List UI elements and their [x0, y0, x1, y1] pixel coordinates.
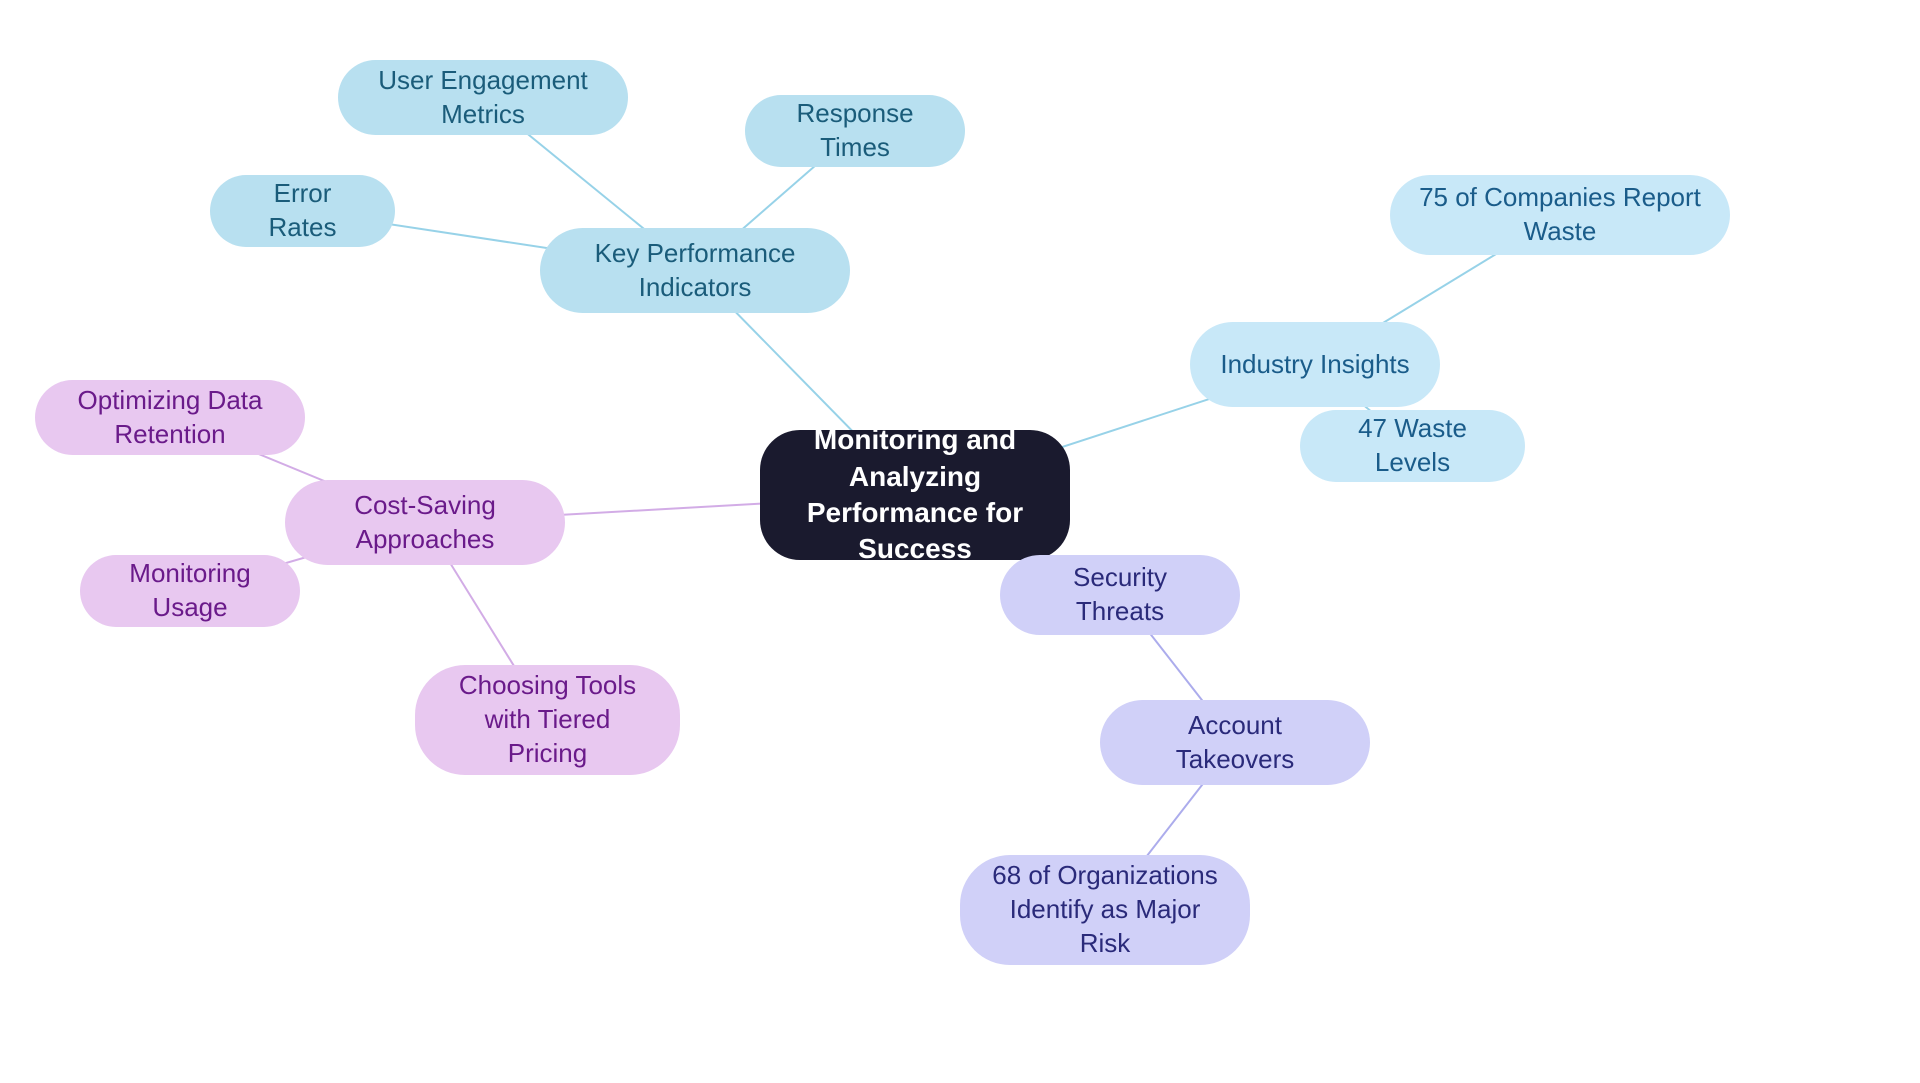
cost-saving-node: Cost-Saving Approaches — [285, 480, 565, 565]
waste-levels-node: 47 Waste Levels — [1300, 410, 1525, 482]
major-risk-node: 68 of Organizations Identify as Major Ri… — [960, 855, 1250, 965]
optimizing-node: Optimizing Data Retention — [35, 380, 305, 455]
tiered-pricing-node: Choosing Tools with Tiered Pricing — [415, 665, 680, 775]
account-takeovers-node: Account Takeovers — [1100, 700, 1370, 785]
companies-waste-node: 75 of Companies Report Waste — [1390, 175, 1730, 255]
industry-insights-node: Industry Insights — [1190, 322, 1440, 407]
monitoring-usage-node: Monitoring Usage — [80, 555, 300, 627]
center-node: Monitoring and Analyzing Performance for… — [760, 430, 1070, 560]
response-times-node: Response Times — [745, 95, 965, 167]
mindmap-canvas: Monitoring and Analyzing Performance for… — [0, 0, 1920, 1083]
error-rates-node: Error Rates — [210, 175, 395, 247]
user-engagement-node: User Engagement Metrics — [338, 60, 628, 135]
security-threats-node: Security Threats — [1000, 555, 1240, 635]
kpi-node: Key Performance Indicators — [540, 228, 850, 313]
